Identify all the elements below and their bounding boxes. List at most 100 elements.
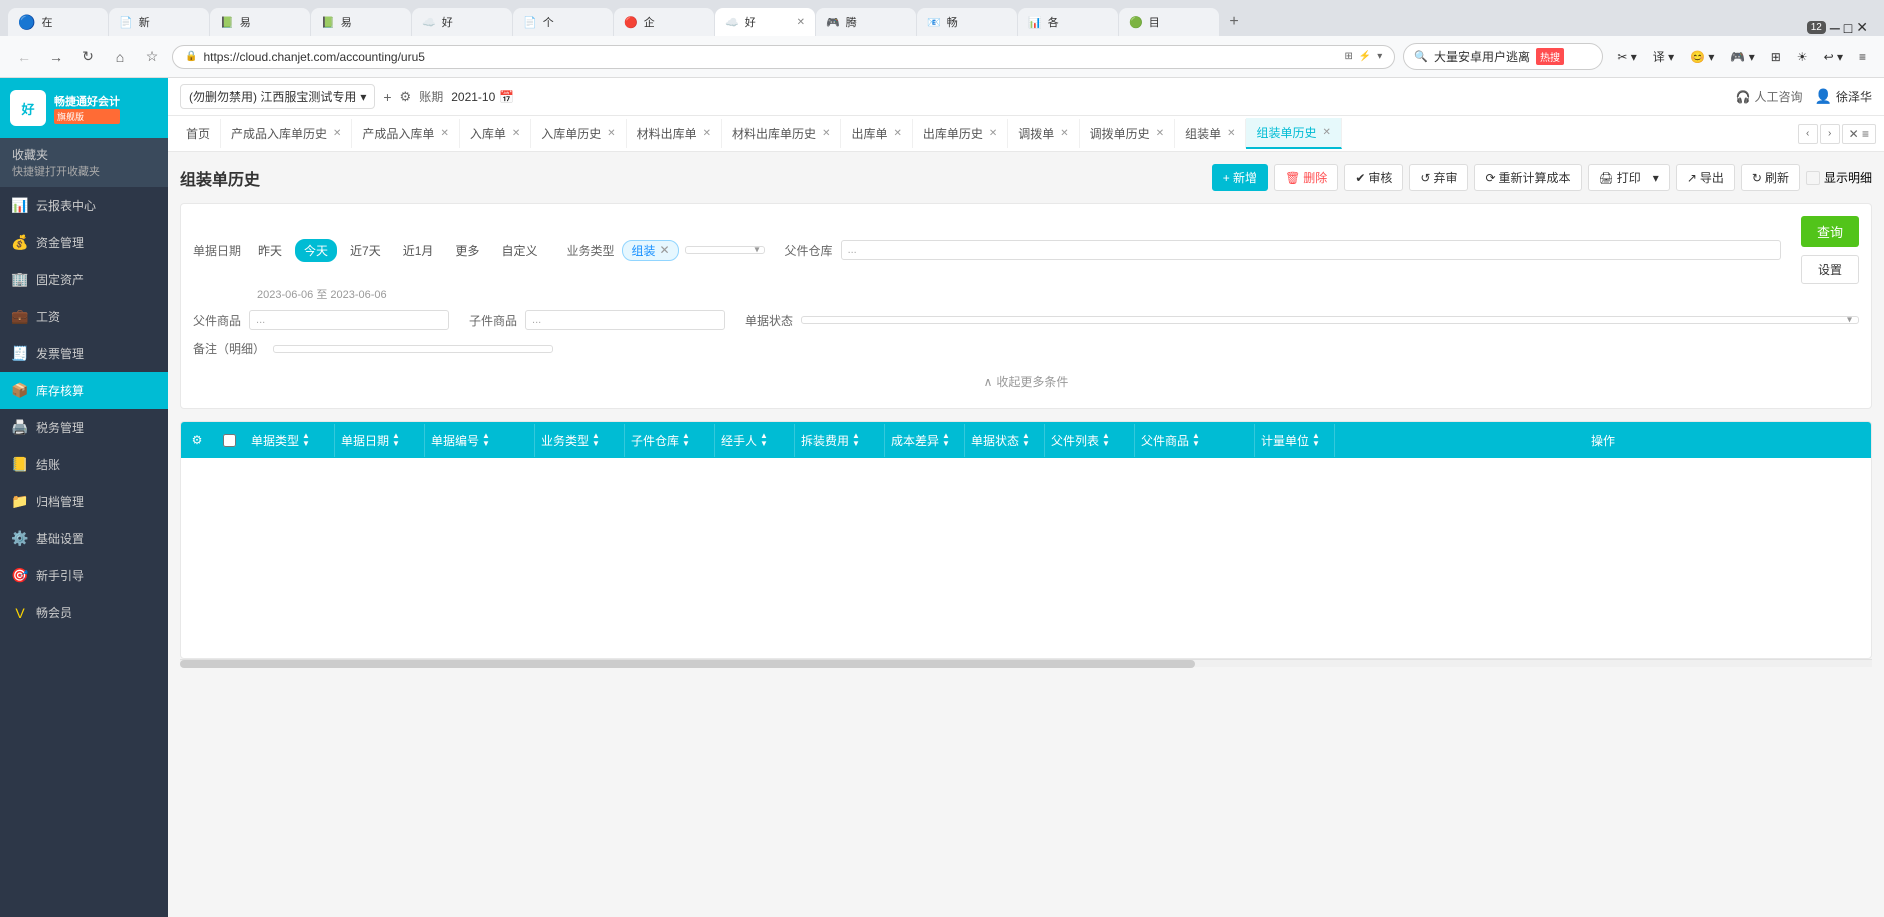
sidebar-item-closing[interactable]: 📒 结账 — [0, 446, 168, 483]
nav-tab-assembly[interactable]: 组装单 ✕ — [1175, 119, 1246, 148]
sidebar-item-invoice[interactable]: 🧾 发票管理 — [0, 335, 168, 372]
parent-goods-input[interactable]: ... — [249, 310, 449, 330]
company-selector[interactable]: (勿删勿禁用) 江西服宝测试专用 ▾ — [180, 84, 375, 109]
print-dropdown-icon[interactable]: ▾ — [1648, 171, 1659, 185]
query-button[interactable]: 查询 — [1801, 216, 1859, 247]
remarks-input[interactable] — [273, 345, 553, 353]
browser-tab-7[interactable]: 🔴 企 — [614, 8, 714, 36]
child-goods-input[interactable]: ... — [525, 310, 725, 330]
date-btn-custom[interactable]: 自定义 — [492, 239, 546, 262]
display-detail-checkbox[interactable] — [1806, 171, 1820, 185]
nav-tab-transfer-close[interactable]: ✕ — [1060, 128, 1068, 139]
forward-button[interactable]: → — [44, 45, 68, 69]
emoji-btn[interactable]: 😊 ▾ — [1684, 47, 1720, 67]
address-dropdown-icon[interactable]: ▾ — [1377, 51, 1382, 62]
period-selector[interactable]: 2021-10 📅 — [451, 90, 514, 104]
nav-tab-transfer-history[interactable]: 调拨单历史 ✕ — [1080, 119, 1175, 148]
biz-type-dropdown[interactable]: ▾ — [685, 246, 765, 254]
abandon-action-btn[interactable]: ↺ 弃审 — [1409, 164, 1468, 191]
back-button[interactable]: ← — [12, 45, 36, 69]
refresh-browser-button[interactable]: ↻ — [76, 45, 100, 69]
th-unit[interactable]: 计量单位 ▲▼ — [1255, 424, 1335, 457]
biz-type-tag-close[interactable]: ✕ — [659, 243, 669, 257]
nav-tabs-prev[interactable]: ‹ — [1798, 124, 1818, 144]
th-doc-date[interactable]: 单据日期 ▲▼ — [335, 424, 425, 457]
audit-action-btn[interactable]: ✔ 审核 — [1344, 164, 1403, 191]
th-doc-status[interactable]: 单据状态 ▲▼ — [965, 424, 1045, 457]
minimize-button[interactable]: ─ — [1830, 20, 1840, 36]
select-all-checkbox[interactable] — [223, 434, 236, 447]
browser-tab-6[interactable]: 📄 个 — [513, 8, 613, 36]
print-action-btn[interactable]: 🖨 打印 ▾ — [1588, 164, 1670, 191]
parent-warehouse-more-dots[interactable]: ... — [848, 244, 857, 256]
translate-btn[interactable]: 译 ▾ — [1647, 45, 1680, 68]
nav-tab-home[interactable]: 首页 — [176, 119, 221, 148]
browser-tab-12[interactable]: 🟢 目 — [1119, 8, 1219, 36]
date-btn-7days[interactable]: 近7天 — [341, 239, 390, 262]
parent-goods-more-dots[interactable]: ... — [256, 314, 265, 326]
nav-tabs-next[interactable]: › — [1820, 124, 1840, 144]
doc-status-select[interactable]: ▾ — [801, 316, 1859, 324]
refresh-action-btn[interactable]: ↻ 刷新 — [1741, 164, 1800, 191]
browser-tab-5[interactable]: ☁️ 好 — [412, 8, 512, 36]
th-disassembly-cost[interactable]: 拆装费用 ▲▼ — [795, 424, 885, 457]
sidebar-item-assets[interactable]: 🏢 固定资产 — [0, 261, 168, 298]
nav-tab-outbound-history[interactable]: 出库单历史 ✕ — [913, 119, 1008, 148]
bookmark-button[interactable]: ☆ — [140, 45, 164, 69]
nav-tabs-close-all[interactable]: ✕ ≡ — [1842, 124, 1876, 144]
sidebar-item-archive[interactable]: 📁 归档管理 — [0, 483, 168, 520]
browser-tab-9[interactable]: 🎮 腾 — [816, 8, 916, 36]
sidebar-item-guide[interactable]: 🎯 新手引导 — [0, 557, 168, 594]
horizontal-scrollbar[interactable] — [180, 659, 1872, 667]
nav-tab-assembly-close[interactable]: ✕ — [1227, 128, 1235, 139]
browser-tab-3[interactable]: 📗 易 — [210, 8, 310, 36]
th-checkbox[interactable] — [213, 434, 245, 447]
nav-tab-finished-close[interactable]: ✕ — [440, 128, 448, 139]
display-detail-toggle[interactable]: 显示明细 — [1806, 169, 1872, 186]
th-child-warehouse[interactable]: 子件仓库 ▲▼ — [625, 424, 715, 457]
nav-tab-finished-history-close[interactable]: ✕ — [333, 128, 341, 139]
nav-tab-finished-history[interactable]: 产成品入库单历史 ✕ — [221, 119, 352, 148]
nav-tab-transfer[interactable]: 调拨单 ✕ — [1008, 119, 1079, 148]
nav-tab-inbound[interactable]: 入库单 ✕ — [460, 119, 531, 148]
date-btn-more[interactable]: 更多 — [446, 239, 488, 262]
browser-tab-2[interactable]: 📄 新 — [109, 8, 209, 36]
nav-tab-material-out-history-close[interactable]: ✕ — [822, 128, 830, 139]
menu-btn[interactable]: ≡ — [1853, 47, 1872, 67]
sidebar-item-member[interactable]: V 畅会员 — [0, 594, 168, 631]
sidebar-item-tax[interactable]: 🖨️ 税务管理 — [0, 409, 168, 446]
date-btn-today[interactable]: 今天 — [295, 239, 337, 262]
game-btn[interactable]: 🎮 ▾ — [1724, 47, 1760, 67]
filter-settings-button[interactable]: 设置 — [1801, 255, 1859, 284]
th-settings[interactable]: ⚙ — [181, 433, 213, 447]
sidebar-item-reports[interactable]: 📊 云报表中心 — [0, 187, 168, 224]
th-handler[interactable]: 经手人 ▲▼ — [715, 424, 795, 457]
date-btn-1month[interactable]: 近1月 — [394, 239, 443, 262]
customer-service-btn[interactable]: 🎧 人工咨询 — [1736, 88, 1803, 105]
nav-tab-material-out-history[interactable]: 材料出库单历史 ✕ — [722, 119, 841, 148]
nav-tab-finished[interactable]: 产成品入库单 ✕ — [352, 119, 459, 148]
browser-search-box[interactable]: 🔍 大量安卓用户逃离 热搜 — [1403, 43, 1603, 70]
nav-tab-material-out-close[interactable]: ✕ — [703, 128, 711, 139]
date-btn-yesterday[interactable]: 昨天 — [249, 239, 291, 262]
recalculate-action-btn[interactable]: ⟳ 重新计算成本 — [1474, 164, 1581, 191]
new-action-btn[interactable]: + 新增 — [1212, 164, 1268, 191]
nav-tab-inbound-history-close[interactable]: ✕ — [607, 128, 615, 139]
nav-tab-outbound-history-close[interactable]: ✕ — [989, 128, 997, 139]
nav-tab-assembly-history-close[interactable]: ✕ — [1323, 127, 1331, 138]
parent-warehouse-input[interactable]: ... — [841, 240, 1781, 260]
th-cost-diff[interactable]: 成本差异 ▲▼ — [885, 424, 965, 457]
delete-action-btn[interactable]: 🗑 删除 — [1274, 164, 1338, 191]
undo-btn[interactable]: ↩ ▾ — [1818, 47, 1849, 67]
settings-gear-btn[interactable]: ⚙ — [400, 89, 412, 105]
tab-close-8[interactable]: ✕ — [797, 17, 805, 28]
th-doc-no[interactable]: 单据编号 ▲▼ — [425, 424, 535, 457]
sidebar-item-salary[interactable]: 💼 工资 — [0, 298, 168, 335]
nav-tab-inbound-close[interactable]: ✕ — [512, 128, 520, 139]
user-profile-btn[interactable]: 👤 徐泽华 — [1815, 88, 1872, 105]
nav-tab-inbound-history[interactable]: 入库单历史 ✕ — [531, 119, 626, 148]
scrollbar-thumb[interactable] — [180, 660, 1195, 668]
nav-tab-material-out[interactable]: 材料出库单 ✕ — [627, 119, 722, 148]
sun-btn[interactable]: ☀ — [1791, 47, 1814, 67]
browser-tab-10[interactable]: 📧 畅 — [917, 8, 1017, 36]
